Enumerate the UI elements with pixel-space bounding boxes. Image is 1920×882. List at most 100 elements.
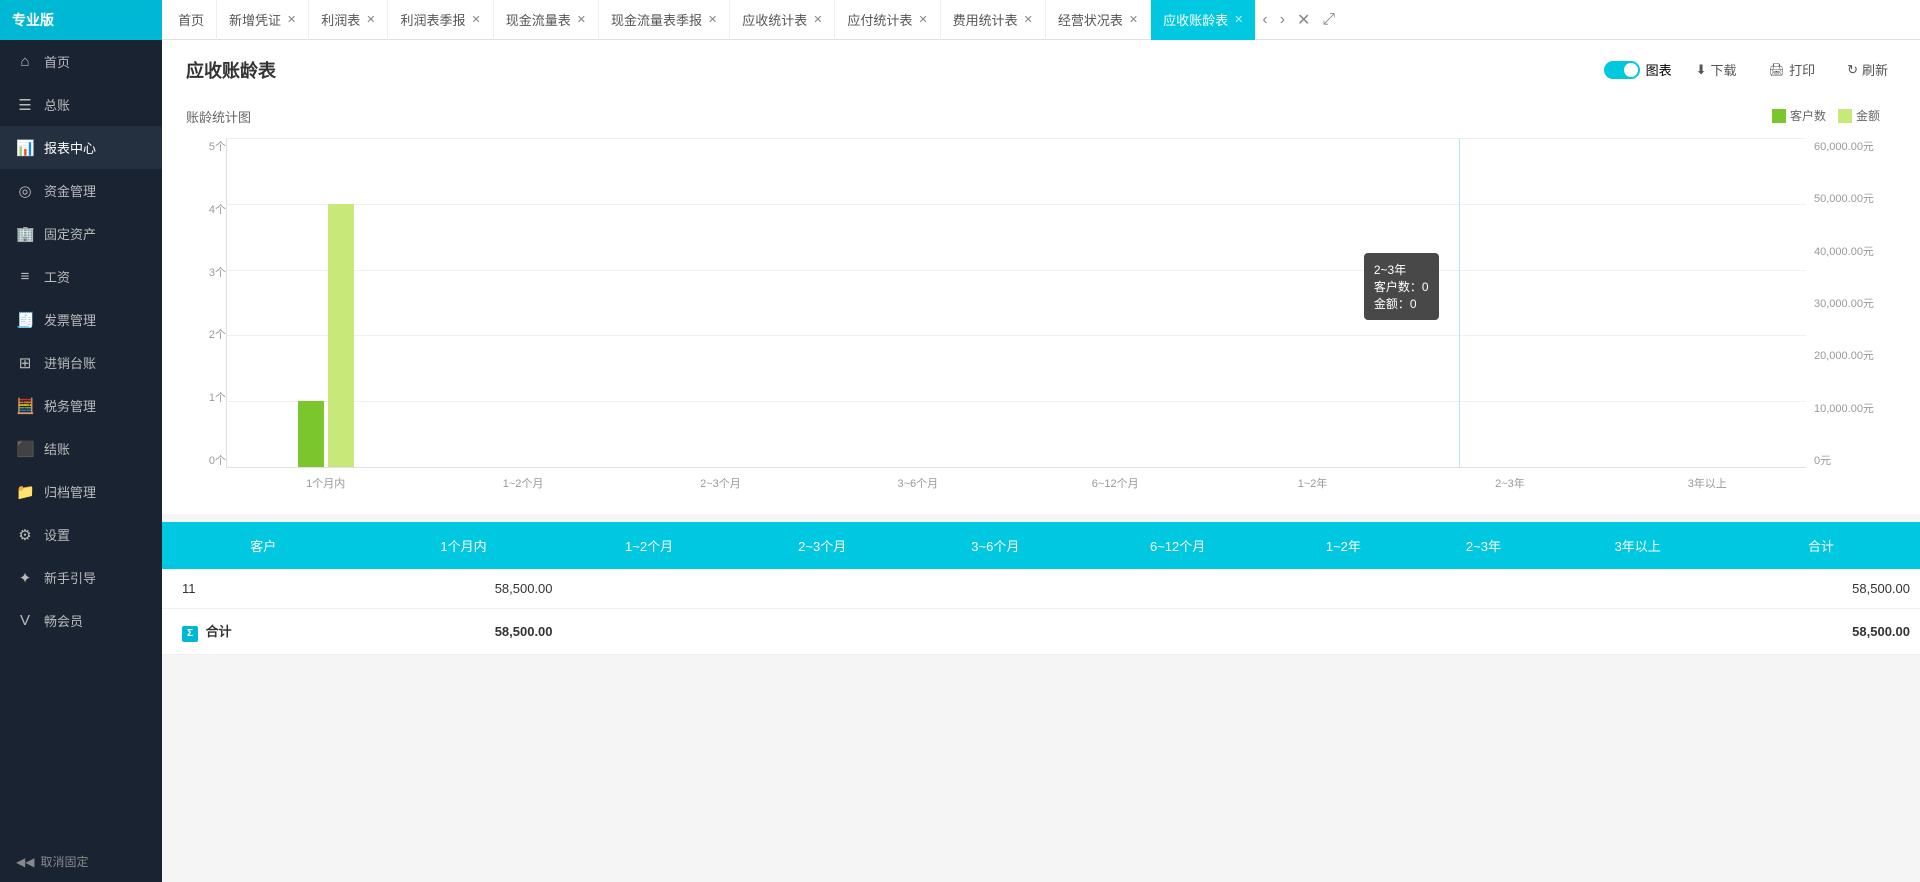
sidebar-item-archive[interactable]: 📁 归档管理 (0, 470, 162, 513)
th-m3-6: 3~6个月 (909, 522, 1082, 569)
tab-ar-aging-label: 应收账龄表 (1163, 10, 1228, 29)
sidebar-item-sales-ledger[interactable]: ⊞ 进销台账 (0, 341, 162, 384)
td-total-m3-6 (909, 609, 1082, 655)
x-label-m3-6: 3~6个月 (819, 475, 1016, 491)
tab-ar-aging-close[interactable]: ✕ (1234, 13, 1243, 26)
table-row: 11 58,500.00 58,500.00 (162, 569, 1920, 609)
sidebar-label-invoice: 发票管理 (44, 310, 96, 329)
tab-cashflow[interactable]: 现金流量表 ✕ (494, 0, 599, 40)
tab-close-all-btn[interactable]: ✕ (1291, 0, 1316, 40)
y-right-20000: 20,000.00元 (1814, 347, 1874, 363)
tab-ar-stats-close[interactable]: ✕ (813, 13, 822, 26)
guide-icon: ✦ (16, 569, 34, 587)
tab-bar: 首页 新增凭证 ✕ 利润表 ✕ 利润表季报 ✕ 现金流量表 ✕ 现金流量表季报 … (162, 0, 1920, 40)
sidebar-item-settings[interactable]: ⚙ 设置 (0, 513, 162, 556)
x-label-y2-3: 2~3年 (1411, 475, 1608, 491)
tab-cashflow-close[interactable]: ✕ (577, 13, 586, 26)
tab-cashflow-quarterly[interactable]: 现金流量表季报 ✕ (599, 0, 730, 40)
td-total-y2-3 (1413, 609, 1553, 655)
x-label-y3plus: 3年以上 (1609, 475, 1806, 491)
y-left-0: 0个 (209, 452, 226, 468)
bar-m1-amount (328, 204, 354, 467)
tab-business-status[interactable]: 经营状况表 ✕ (1046, 0, 1151, 40)
chart-legend: 客户数 金额 (1772, 107, 1880, 124)
sidebar-label-closing: 结账 (44, 439, 70, 458)
sidebar-label-ledger: 总账 (44, 95, 70, 114)
tab-ap-stats[interactable]: 应付统计表 ✕ (835, 0, 940, 40)
tab-cashflow-quarterly-label: 现金流量表季报 (611, 10, 702, 29)
tab-voucher[interactable]: 新增凭证 ✕ (217, 0, 309, 40)
sidebar-item-funds[interactable]: ◎ 资金管理 (0, 169, 162, 212)
sidebar-label-home: 首页 (44, 52, 70, 71)
content-area: 应收账龄表 图表 ⬇ 下载 🖨 打印 ↻ 刷新 (162, 40, 1920, 882)
sidebar-item-invoice[interactable]: 🧾 发票管理 (0, 298, 162, 341)
bar-group-m3-6 (819, 138, 1016, 467)
home-icon: ⌂ (16, 53, 34, 70)
sidebar-pin-toggle[interactable]: ◀◀ 取消固定 (0, 841, 162, 882)
sidebar-label-tax: 税务管理 (44, 396, 96, 415)
table-header-row: 客户 1个月内 1~2个月 2~3个月 3~6个月 6~12个月 1~2年 2~… (162, 522, 1920, 569)
tab-fullscreen-btn[interactable]: ⤢ (1316, 0, 1341, 40)
tab-prev-btn[interactable]: ‹ (1256, 0, 1273, 40)
invoice-icon: 🧾 (16, 311, 34, 329)
tab-voucher-label: 新增凭证 (229, 10, 281, 29)
table-section: 客户 1个月内 1~2个月 2~3个月 3~6个月 6~12个月 1~2年 2~… (162, 522, 1920, 655)
tab-ar-stats[interactable]: 应收统计表 ✕ (730, 0, 835, 40)
tooltip-period: 2~3年 (1374, 261, 1429, 278)
chart-title: 账龄统计图 (186, 107, 1896, 126)
main-content: 首页 新增凭证 ✕ 利润表 ✕ 利润表季报 ✕ 现金流量表 ✕ 现金流量表季报 … (162, 0, 1920, 882)
tab-next-btn[interactable]: › (1274, 0, 1291, 40)
sidebar-item-ledger[interactable]: ☰ 总账 (0, 83, 162, 126)
tab-ap-stats-label: 应付统计表 (847, 10, 912, 29)
tab-expense-stats-close[interactable]: ✕ (1024, 13, 1033, 26)
refresh-btn[interactable]: ↻ 刷新 (1839, 56, 1896, 83)
tab-profit-quarterly-label: 利润表季报 (400, 10, 465, 29)
salary-icon: ≡ (16, 268, 34, 285)
sidebar-item-fixed-assets[interactable]: 🏢 固定资产 (0, 212, 162, 255)
legend-customers-label: 客户数 (1790, 107, 1826, 124)
pin-icon: ◀◀ (16, 855, 34, 869)
tab-ar-aging[interactable]: 应收账龄表 ✕ (1151, 0, 1256, 40)
sidebar-item-guide[interactable]: ✦ 新手引导 (0, 556, 162, 599)
bar-m1-customers (298, 401, 324, 467)
chart-section: 账龄统计图 客户数 金额 5个 4个 3个 2个 1个 (162, 91, 1920, 514)
tab-business-status-close[interactable]: ✕ (1129, 13, 1138, 26)
sidebar-item-member[interactable]: V 畅会员 (0, 599, 162, 642)
bar-group-m1-2 (424, 138, 621, 467)
sidebar-item-reports[interactable]: 📊 报表中心 (0, 126, 162, 169)
tab-voucher-close[interactable]: ✕ (287, 13, 296, 26)
y-right-50000: 50,000.00元 (1814, 190, 1874, 206)
bar-group-y3plus (1609, 138, 1806, 467)
tab-home[interactable]: 首页 (166, 0, 217, 40)
print-icon: 🖨 (1769, 62, 1786, 78)
tab-expense-stats[interactable]: 费用统计表 ✕ (941, 0, 1046, 40)
print-btn[interactable]: 🖨 打印 (1761, 56, 1824, 83)
y-right-30000: 30,000.00元 (1814, 295, 1874, 311)
chart-inner: 1个月内 1~2个月 2~3个月 3~6个月 6~12个月 1~2年 2~3年 … (226, 138, 1806, 468)
chart-toggle[interactable]: 图表 (1604, 60, 1672, 79)
tab-profit-quarterly-close[interactable]: ✕ (472, 13, 481, 26)
sidebar-item-closing[interactable]: ⬛ 结账 (0, 427, 162, 470)
sidebar-item-salary[interactable]: ≡ 工资 (0, 255, 162, 298)
tab-cashflow-quarterly-close[interactable]: ✕ (708, 13, 717, 26)
td-total-y1-2 (1273, 609, 1413, 655)
tab-profit-close[interactable]: ✕ (366, 13, 375, 26)
y-left-1: 1个 (209, 389, 226, 405)
tab-profit-quarterly[interactable]: 利润表季报 ✕ (388, 0, 493, 40)
th-y2-3: 2~3年 (1413, 522, 1553, 569)
switch-track[interactable] (1604, 61, 1640, 79)
th-y1-2: 1~2年 (1273, 522, 1413, 569)
header-actions: 图表 ⬇ 下载 🖨 打印 ↻ 刷新 (1604, 56, 1896, 83)
sidebar-item-home[interactable]: ⌂ 首页 (0, 40, 162, 83)
sidebar-label-sales-ledger: 进销台账 (44, 353, 96, 372)
download-btn[interactable]: ⬇ 下载 (1688, 56, 1745, 83)
tab-ap-stats-close[interactable]: ✕ (918, 13, 927, 26)
x-label-y1-2: 1~2年 (1214, 475, 1411, 491)
sales-ledger-icon: ⊞ (16, 354, 34, 372)
sidebar-item-tax[interactable]: 🧮 税务管理 (0, 384, 162, 427)
td-m1-1: 58,500.00 (365, 569, 563, 609)
chart-container: 5个 4个 3个 2个 1个 0个 (186, 138, 1896, 498)
td-y1-2-1 (1273, 569, 1413, 609)
y-right-0: 0元 (1814, 452, 1831, 468)
tab-profit[interactable]: 利润表 ✕ (309, 0, 388, 40)
